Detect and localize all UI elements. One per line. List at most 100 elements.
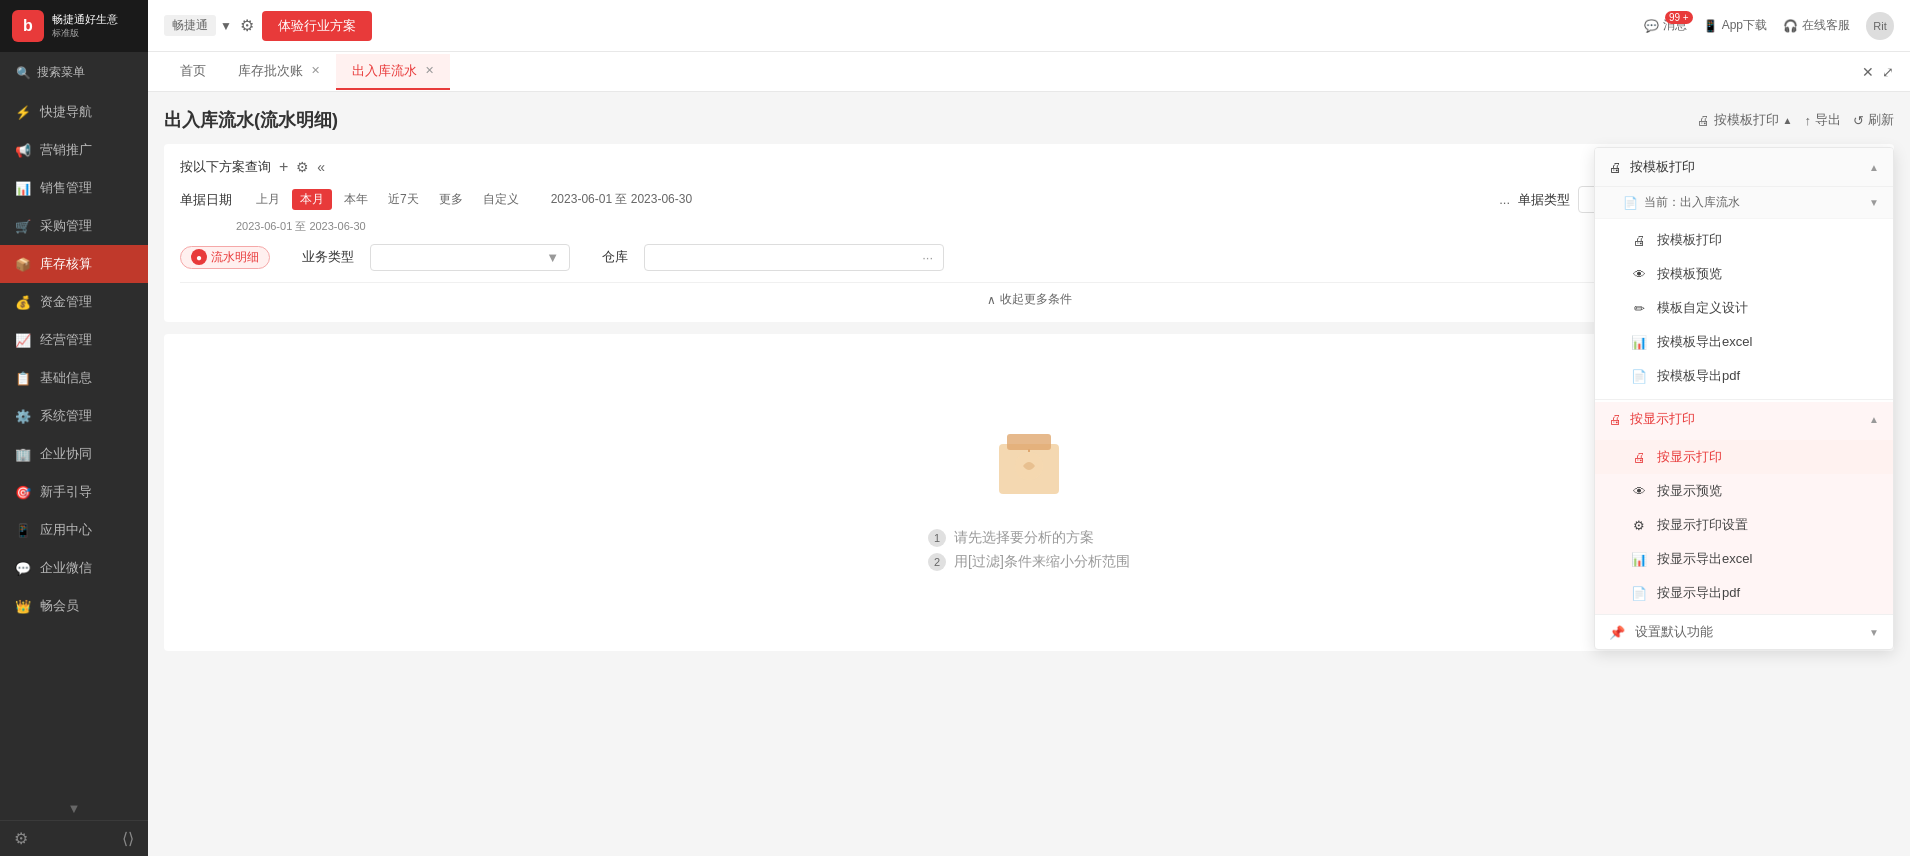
tab-flow[interactable]: 出入库流水 ✕: [336, 54, 450, 90]
sidebar-item-enterprise[interactable]: 🏢 企业协同: [0, 435, 148, 473]
sidebar-item-sales[interactable]: 📊 销售管理: [0, 169, 148, 207]
display-print-section-header[interactable]: 🖨 按显示打印 ▲: [1595, 402, 1893, 436]
enterprise-icon: 🏢: [14, 445, 32, 463]
set-default-item[interactable]: 📌 设置默认功能 ▼: [1595, 614, 1893, 649]
tab-home[interactable]: 首页: [164, 54, 222, 90]
tab-batch-account[interactable]: 库存批次账 ✕: [222, 54, 336, 90]
purchase-icon: 🛒: [14, 217, 32, 235]
sidebar-item-wechat[interactable]: 💬 企业微信: [0, 549, 148, 587]
print-template-btn[interactable]: 🖨 按模板打印 ▲: [1697, 111, 1793, 129]
business-type-select[interactable]: ▼: [370, 244, 570, 271]
page-header: 出入库流水(流水明细) 🖨 按模板打印 ▲ ↑ 导出 ↺: [164, 108, 1894, 132]
page-inner: 出入库流水(流水明细) 🖨 按模板打印 ▲ ↑ 导出 ↺: [148, 92, 1910, 667]
sidebar-item-inventory[interactable]: 📦 库存核算: [0, 245, 148, 283]
display-export-pdf-item[interactable]: 📄 按显示导出pdf: [1595, 576, 1893, 610]
tab-batch-account-close[interactable]: ✕: [311, 64, 320, 77]
app-download-btn[interactable]: 📱 App下载: [1703, 17, 1767, 34]
dropdown-header: 🖨 按模板打印 ▲: [1595, 148, 1893, 187]
date-option-last-month[interactable]: 上月: [248, 189, 288, 210]
expand-window-icon[interactable]: ⤢: [1882, 64, 1894, 80]
filter-collapse-left-icon[interactable]: «: [317, 159, 325, 175]
print-dropdown-panel: 🖨 按模板打印 ▲ 📄 当前：出入库流水 ▼: [1594, 147, 1894, 650]
filter-more-icon[interactable]: ...: [1499, 192, 1510, 207]
sidebar-item-app-center[interactable]: 📱 应用中心: [0, 511, 148, 549]
guide-icon: 🎯: [14, 483, 32, 501]
sidebar-item-guide[interactable]: 🎯 新手引导: [0, 473, 148, 511]
display-pdf-icon: 📄: [1631, 585, 1647, 601]
display-print-settings-item[interactable]: ⚙ 按显示打印设置: [1595, 508, 1893, 542]
flow-detail-tag: ● 流水明细: [180, 246, 270, 269]
sidebar-item-operations[interactable]: 📈 经营管理: [0, 321, 148, 359]
template-print-icon: 🖨: [1631, 232, 1647, 248]
display-print-section-icon: 🖨: [1609, 412, 1622, 427]
template-custom-item[interactable]: ✏ 模板自定义设计: [1595, 291, 1893, 325]
phone-icon: 📱: [1703, 19, 1718, 33]
template-export-excel-item[interactable]: 📊 按模板导出excel: [1595, 325, 1893, 359]
user-avatar[interactable]: Rit: [1866, 12, 1894, 40]
warehouse-select[interactable]: ···: [644, 244, 944, 271]
tabs-bar: 首页 库存批次账 ✕ 出入库流水 ✕ ✕ ⤢: [148, 52, 1910, 92]
sidebar-item-finance[interactable]: 💰 资金管理: [0, 283, 148, 321]
filter-add-icon[interactable]: +: [279, 158, 288, 176]
sidebar-item-member[interactable]: 👑 畅会员: [0, 587, 148, 625]
sidebar-search-area: 🔍 搜索菜单: [0, 52, 148, 93]
date-option-7days[interactable]: 近7天: [380, 189, 427, 210]
sidebar-item-marketing[interactable]: 📢 营销推广: [0, 131, 148, 169]
sidebar-item-purchase[interactable]: 🛒 采购管理: [0, 207, 148, 245]
message-btn[interactable]: 💬 消息 99 +: [1644, 17, 1687, 34]
display-print-item[interactable]: 🖨 按显示打印: [1595, 440, 1893, 474]
dropdown-current: 📄 当前：出入库流水 ▼: [1595, 187, 1893, 219]
date-range: 2023-06-01 至 2023-06-30: [551, 191, 692, 208]
page-content: 出入库流水(流水明细) 🖨 按模板打印 ▲ ↑ 导出 ↺: [148, 92, 1910, 856]
date-option-custom[interactable]: 自定义: [475, 189, 527, 210]
logo-icon: b: [12, 10, 44, 42]
excel-icon: 📊: [1631, 334, 1647, 350]
display-export-excel-item[interactable]: 📊 按显示导出excel: [1595, 542, 1893, 576]
refresh-icon: ↺: [1853, 113, 1864, 128]
date-filter: 上月 本月 本年 近7天 更多 自定义: [248, 189, 527, 210]
sidebar-item-quick-nav[interactable]: ⚡ 快捷导航: [0, 93, 148, 131]
date-label: 单据日期: [180, 191, 232, 209]
template-preview-item[interactable]: 👁 按模板预览: [1595, 257, 1893, 291]
template-section: 🖨 按模板打印 👁 按模板预览 ✏ 模板自定义设计: [1595, 219, 1893, 397]
collapse-sidebar-icon[interactable]: ⟨⟩: [122, 829, 134, 848]
template-export-pdf-item[interactable]: 📄 按模板导出pdf: [1595, 359, 1893, 393]
sidebar-scroll-down[interactable]: ▼: [0, 797, 148, 820]
empty-hints: 1 请先选择要分析的方案 2 用[过滤]条件来缩小分析范围: [928, 529, 1130, 571]
business-type-label: 业务类型: [302, 248, 354, 266]
display-preview-item[interactable]: 👁 按显示预览: [1595, 474, 1893, 508]
marketing-icon: 📢: [14, 141, 32, 159]
print-header-icon: 🖨: [1609, 160, 1622, 175]
close-window-icon[interactable]: ✕: [1862, 64, 1874, 80]
page-actions: 🖨 按模板打印 ▲ ↑ 导出 ↺ 刷新: [1697, 111, 1894, 129]
more-icon: ···: [922, 250, 933, 265]
date-option-this-month[interactable]: 本月: [292, 189, 332, 210]
sidebar-nav: ⚡ 快捷导航 📢 营销推广 📊 销售管理 🛒 采购管理 📦 库存核算 💰: [0, 93, 148, 797]
tab-flow-close[interactable]: ✕: [425, 64, 434, 77]
sidebar-item-system[interactable]: ⚙️ 系统管理: [0, 397, 148, 435]
finance-icon: 💰: [14, 293, 32, 311]
quick-nav-icon: ⚡: [14, 103, 32, 121]
trial-btn[interactable]: 体验行业方案: [262, 11, 372, 41]
online-service-btn[interactable]: 🎧 在线客服: [1783, 17, 1850, 34]
sidebar-item-basic[interactable]: 📋 基础信息: [0, 359, 148, 397]
sidebar-logo: b 畅捷通好生意 标准版: [0, 0, 148, 52]
message-icon: 💬: [1644, 19, 1659, 33]
search-menu-button[interactable]: 🔍 搜索菜单: [10, 60, 138, 85]
date-option-this-year[interactable]: 本年: [336, 189, 376, 210]
svg-rect-1: [1007, 434, 1051, 450]
operations-icon: 📈: [14, 331, 32, 349]
template-custom-icon: ✏: [1631, 300, 1647, 316]
topbar: 畅捷通 ▼ ⚙ 体验行业方案 💬 消息 99 + 📱 App下载 🎧: [148, 0, 1910, 52]
chevron-down-icon: ▼: [1869, 627, 1879, 638]
chevron-up-icon: ▲: [1869, 414, 1879, 425]
wechat-icon: 💬: [14, 559, 32, 577]
settings-icon[interactable]: ⚙: [14, 829, 28, 848]
topbar-user[interactable]: 畅捷通 ▼: [164, 15, 232, 36]
refresh-btn[interactable]: ↺ 刷新: [1853, 111, 1894, 129]
topbar-settings-icon[interactable]: ⚙: [240, 16, 254, 35]
filter-settings-icon[interactable]: ⚙: [296, 159, 309, 175]
date-option-more[interactable]: 更多: [431, 189, 471, 210]
template-print-item[interactable]: 🖨 按模板打印: [1595, 223, 1893, 257]
export-btn[interactable]: ↑ 导出: [1805, 111, 1842, 129]
